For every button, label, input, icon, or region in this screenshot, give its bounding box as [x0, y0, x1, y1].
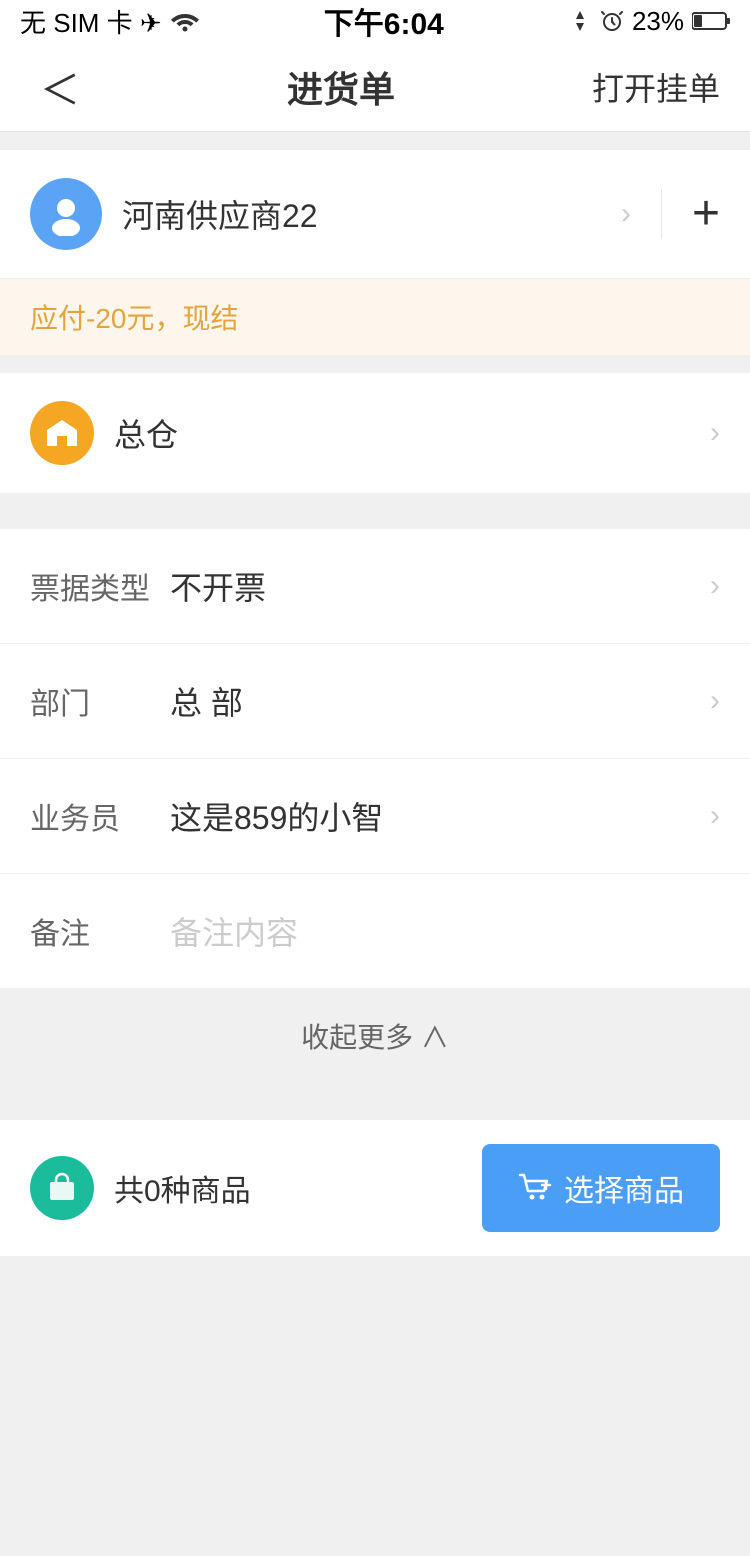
signal-text: 无 SIM 卡 ✈	[20, 3, 162, 40]
supplier-chevron-icon: ›	[621, 197, 631, 231]
product-count: 共0种商品	[114, 1166, 462, 1210]
status-time: 下午6:04	[324, 0, 444, 43]
back-button[interactable]: ＜	[30, 48, 90, 126]
divider	[661, 189, 662, 239]
shopping-bag-icon	[44, 1170, 80, 1206]
section-gap-1	[0, 132, 750, 150]
warehouse-chevron-icon: ›	[710, 416, 720, 450]
warehouse-name: 总仓	[114, 410, 710, 456]
invoice-type-row[interactable]: 票据类型 不开票 ›	[0, 529, 750, 644]
page-background	[0, 1256, 750, 1556]
supplier-name: 河南供应商22	[122, 191, 621, 237]
notice-bar: 应付-20元，现结	[0, 279, 750, 355]
open-pending-button[interactable]: 打开挂单	[592, 64, 720, 110]
department-label: 部门	[30, 679, 170, 723]
salesperson-value: 这是859的小智	[170, 793, 710, 839]
location-icon	[568, 9, 592, 33]
alarm-icon	[600, 9, 624, 33]
product-icon	[30, 1156, 94, 1220]
form-section: 票据类型 不开票 › 部门 总 部 › 业务员 这是859的小智 › 备注 备注…	[0, 529, 750, 988]
page-title: 进货单	[287, 61, 395, 113]
collapse-button[interactable]: 收起更多 ∧	[0, 988, 750, 1084]
battery-text: 23%	[632, 6, 684, 37]
supplier-row[interactable]: 河南供应商22 › +	[0, 150, 750, 279]
department-chevron-icon: ›	[710, 684, 720, 718]
select-product-button[interactable]: 选择商品	[482, 1144, 720, 1232]
select-product-label: 选择商品	[564, 1166, 684, 1210]
add-button[interactable]: +	[692, 190, 720, 238]
remark-input[interactable]: 备注内容	[170, 908, 720, 954]
warehouse-row[interactable]: 总仓 ›	[0, 373, 750, 493]
status-bar: 无 SIM 卡 ✈ 下午6:04 23%	[0, 0, 750, 42]
department-value: 总 部	[170, 678, 710, 724]
salesperson-row[interactable]: 业务员 这是859的小智 ›	[0, 759, 750, 874]
section-gap-3	[0, 493, 750, 511]
wifi-icon	[170, 10, 200, 32]
remark-row[interactable]: 备注 备注内容	[0, 874, 750, 988]
house-icon	[43, 414, 81, 452]
collapse-label: 收起更多 ∧	[301, 1022, 449, 1053]
warehouse-section: 总仓 ›	[0, 373, 750, 493]
supplier-avatar	[30, 178, 102, 250]
product-section: 共0种商品 选择商品	[0, 1120, 750, 1256]
section-gap-4	[0, 1084, 750, 1102]
status-right: 23%	[568, 6, 730, 37]
battery-icon	[692, 11, 730, 31]
section-gap-2	[0, 355, 750, 373]
supplier-section: 河南供应商22 › + 应付-20元，现结	[0, 150, 750, 355]
cart-plus-icon	[518, 1173, 552, 1203]
warehouse-icon	[30, 401, 94, 465]
remark-label: 备注	[30, 909, 170, 953]
nav-bar: ＜ 进货单 打开挂单	[0, 42, 750, 132]
salesperson-label: 业务员	[30, 794, 170, 838]
status-left: 无 SIM 卡 ✈	[20, 3, 200, 40]
notice-text: 应付-20元，现结	[30, 303, 238, 334]
invoice-type-label: 票据类型	[30, 564, 170, 608]
user-icon	[44, 192, 88, 236]
invoice-type-chevron-icon: ›	[710, 569, 720, 603]
department-row[interactable]: 部门 总 部 ›	[0, 644, 750, 759]
salesperson-chevron-icon: ›	[710, 799, 720, 833]
invoice-type-value: 不开票	[170, 563, 710, 609]
